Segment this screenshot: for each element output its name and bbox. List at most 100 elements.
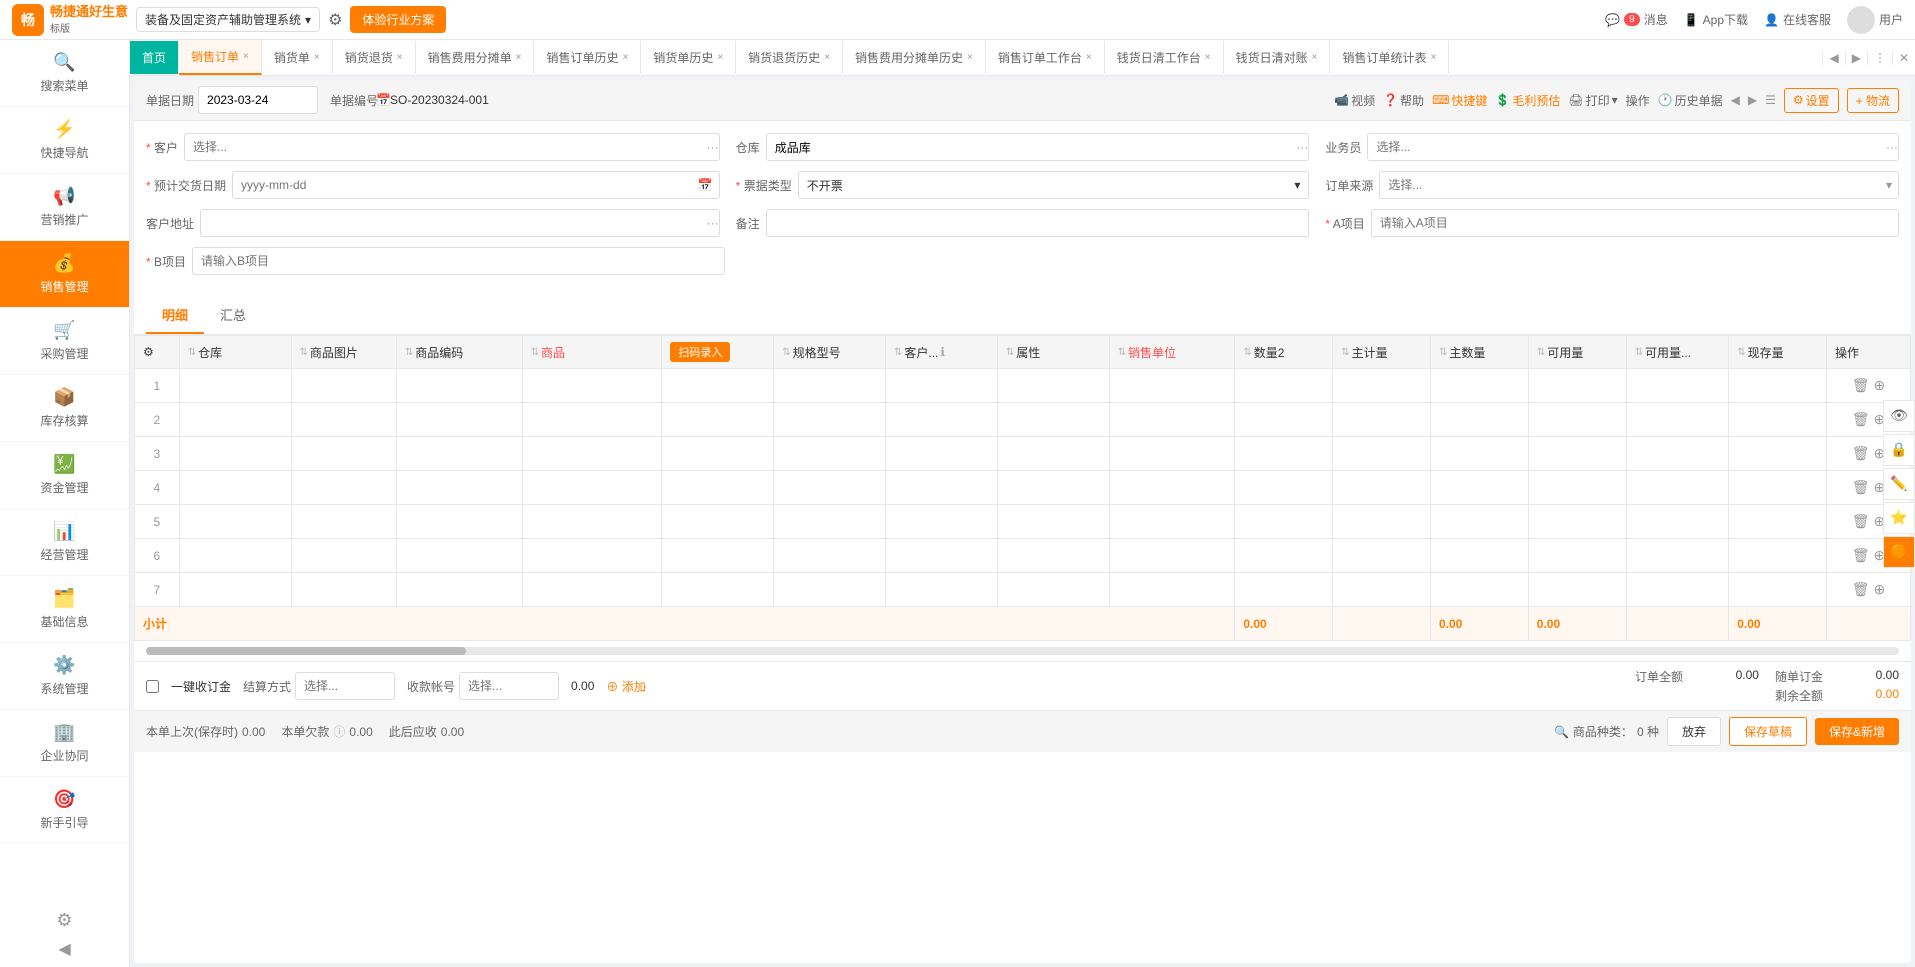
th-available2[interactable]: ⇅可用量...	[1626, 336, 1729, 369]
row-2-customer-code[interactable]	[886, 403, 998, 437]
th-customer-code[interactable]: ⇅客户...ℹ	[886, 336, 998, 369]
th-spec[interactable]: ⇅规格型号	[774, 336, 886, 369]
sidebar-item-sales[interactable]: 💰 销售管理	[0, 241, 129, 308]
sidebar-item-purchase[interactable]: 🛒 采购管理	[0, 308, 129, 375]
row-2-main-unit[interactable]	[1333, 403, 1431, 437]
row-3-delete-icon[interactable]: 🗑	[1852, 445, 1870, 462]
row-2-unit[interactable]	[1109, 403, 1235, 437]
row-4-customer-code[interactable]	[886, 471, 998, 505]
row-5-customer-code[interactable]	[886, 505, 998, 539]
row-1-product-name[interactable]	[522, 369, 662, 403]
sidebar-item-system[interactable]: ⚙️ 系统管理	[0, 643, 129, 710]
a-project-input[interactable]	[1372, 210, 1898, 236]
row-1-quantity2[interactable]	[1235, 369, 1333, 403]
row-6-delete-icon[interactable]: 🗑	[1852, 547, 1870, 564]
history-button[interactable]: 🕐 历史单据	[1658, 92, 1723, 109]
sidebar-collapse-button[interactable]: ◀	[58, 939, 70, 959]
row-6-unit[interactable]	[1109, 539, 1235, 573]
row-1-copy-icon[interactable]: ⊕	[1874, 377, 1886, 394]
row-7-copy-icon[interactable]: ⊕	[1874, 581, 1886, 598]
row-6-main-qty[interactable]	[1430, 539, 1528, 573]
tab-sales-refund-history[interactable]: 销货退货历史 ×	[736, 41, 843, 74]
row-6-product-code[interactable]	[396, 539, 522, 573]
scan-button[interactable]: 扫码录入	[670, 342, 730, 362]
th-unit[interactable]: ⇅销售单位	[1109, 336, 1235, 369]
row-4-product-code[interactable]	[396, 471, 522, 505]
user-button[interactable]: 用户	[1847, 6, 1903, 34]
row-7-spec[interactable]	[774, 573, 886, 607]
tab-sales-fee[interactable]: 销售费用分摊单 ×	[416, 41, 535, 74]
b-project-input[interactable]	[193, 248, 724, 274]
row-4-quantity2[interactable]	[1235, 471, 1333, 505]
sidebar-item-search[interactable]: 🔍 搜索菜单	[0, 40, 129, 107]
row-2-delete-icon[interactable]: 🗑	[1852, 411, 1870, 428]
row-5-unit[interactable]	[1109, 505, 1235, 539]
row-1-attributes[interactable]	[997, 369, 1109, 403]
row-7-delete-icon[interactable]: 🗑	[1852, 581, 1870, 598]
list-view-icon[interactable]: ☰	[1765, 93, 1776, 107]
side-panel-star-button[interactable]: ⭐	[1883, 502, 1915, 534]
tab-sales-workbench-close[interactable]: ×	[1086, 52, 1092, 63]
row-2-main-qty[interactable]	[1430, 403, 1528, 437]
side-panel-orange-button[interactable]: 🟠	[1883, 536, 1915, 568]
row-1-main-qty[interactable]	[1430, 369, 1528, 403]
tab-close-all-button[interactable]: ✕	[1892, 51, 1915, 65]
row-4-warehouse[interactable]	[179, 471, 291, 505]
tab-cash-daily-close[interactable]: ×	[1205, 52, 1211, 63]
row-3-quantity2[interactable]	[1235, 437, 1333, 471]
tab-sales-return-history[interactable]: 销货单历史 ×	[641, 41, 736, 74]
system-name-dropdown[interactable]: 装备及固定资产辅助管理系统 ▾	[136, 7, 320, 32]
print-button[interactable]: 🖨 打印 ▾	[1568, 92, 1617, 109]
row-5-main-qty[interactable]	[1430, 505, 1528, 539]
th-available[interactable]: ⇅可用量	[1528, 336, 1626, 369]
row-7-customer-code[interactable]	[886, 573, 998, 607]
tab-menu-button[interactable]: ⋮	[1867, 51, 1892, 65]
tab-summary[interactable]: 汇总	[204, 297, 262, 334]
row-1-customer-code[interactable]	[886, 369, 998, 403]
row-6-attributes[interactable]	[997, 539, 1109, 573]
sidebar-item-inventory[interactable]: 📦 库存核算	[0, 375, 129, 442]
delivery-calendar-icon[interactable]: 📅	[692, 178, 719, 192]
tab-cash-reconcile-close[interactable]: ×	[1312, 52, 1318, 63]
horizontal-scrollbar[interactable]	[146, 647, 1899, 655]
tab-sales-history-close[interactable]: ×	[622, 52, 628, 63]
row-3-warehouse[interactable]	[179, 437, 291, 471]
row-1-unit[interactable]	[1109, 369, 1235, 403]
invoice-type-select[interactable]: 不开票 ▾	[798, 171, 1310, 199]
row-2-product-code[interactable]	[396, 403, 522, 437]
discard-button[interactable]: 放弃	[1667, 717, 1721, 746]
tab-prev-button[interactable]: ◀	[1822, 51, 1844, 65]
tab-detail[interactable]: 明细	[146, 297, 204, 334]
order-source-input[interactable]	[1380, 172, 1880, 198]
row-7-product-code[interactable]	[396, 573, 522, 607]
tab-sales-stats[interactable]: 销售订单统计表 ×	[1330, 41, 1449, 74]
row-3-product-name[interactable]	[522, 437, 662, 471]
sidebar-item-finance[interactable]: 💹 资金管理	[0, 442, 129, 509]
customer-input[interactable]	[185, 134, 703, 160]
customer-address-input[interactable]	[201, 210, 703, 236]
row-5-product-code[interactable]	[396, 505, 522, 539]
order-source-input-group[interactable]: ▾	[1379, 171, 1899, 199]
b-project-input-group[interactable]	[192, 247, 725, 275]
row-2-spec[interactable]	[774, 403, 886, 437]
side-panel-lock-button[interactable]: 🔒	[1883, 434, 1915, 466]
sidebar-item-basic[interactable]: 🗂️ 基础信息	[0, 576, 129, 643]
row-7-attributes[interactable]	[997, 573, 1109, 607]
tab-sales-return-close[interactable]: ×	[314, 52, 320, 63]
th-main-qty[interactable]: ⇅主数量	[1430, 336, 1528, 369]
note-input-group[interactable]	[766, 209, 1310, 237]
tab-sales-refund[interactable]: 销货退货 ×	[333, 41, 416, 74]
tab-sales-stats-close[interactable]: ×	[1430, 52, 1436, 63]
tab-sales-return[interactable]: 销货单 ×	[262, 41, 333, 74]
row-1-warehouse[interactable]	[179, 369, 291, 403]
row-5-spec[interactable]	[774, 505, 886, 539]
tab-sales-refund-history-close[interactable]: ×	[824, 52, 830, 63]
one-click-checkbox[interactable]	[146, 680, 159, 693]
row-1-spec[interactable]	[774, 369, 886, 403]
sidebar-item-guide[interactable]: 🎯 新手引导	[0, 777, 129, 844]
account-input[interactable]: ···	[459, 672, 559, 700]
row-5-main-unit[interactable]	[1333, 505, 1431, 539]
next-history-icon[interactable]: ▶	[1748, 93, 1757, 107]
row-5-attributes[interactable]	[997, 505, 1109, 539]
sidebar-item-enterprise[interactable]: 🏢 企业协同	[0, 710, 129, 777]
